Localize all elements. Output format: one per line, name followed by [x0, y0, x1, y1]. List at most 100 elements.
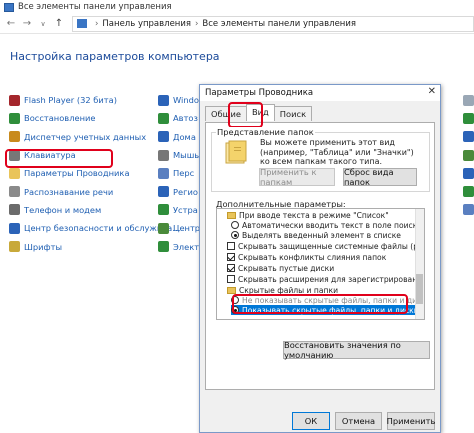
app-icon: [463, 186, 474, 198]
option-hide-merge-conflicts[interactable]: Скрывать конфликты слияния папок: [227, 252, 386, 262]
tree-item-label: Выделять введенный элемент в списке: [242, 230, 401, 240]
recovery-icon: [9, 112, 20, 124]
cp-item-homegroup[interactable]: Дома: [158, 128, 202, 146]
cancel-button[interactable]: Отмена: [335, 412, 382, 430]
cp-item-autoplay[interactable]: Автоз: [158, 109, 202, 127]
cp-item-label: Диспетчер учетных данных: [24, 131, 147, 142]
cp-item-col3[interactable]: [463, 128, 474, 146]
cp-item-speech[interactable]: Распознавание речи: [9, 182, 159, 200]
app-icon: [463, 94, 474, 106]
tab-search[interactable]: Поиск: [273, 106, 313, 121]
cp-item-label: Параметры Проводника: [24, 168, 130, 179]
radio-button[interactable]: [231, 231, 239, 239]
ok-button[interactable]: ОК: [292, 412, 330, 430]
cp-item-col3[interactable]: [463, 91, 474, 109]
cp-item-label: Дома: [173, 131, 196, 142]
page-title: Настройка параметров компьютера: [10, 50, 220, 63]
folder-views-description: Вы можете применить этот вид (например, …: [260, 138, 414, 166]
recent-dropdown-icon[interactable]: ∨: [36, 17, 50, 31]
cp-item-label: Автоз: [173, 113, 198, 124]
cp-item-devices[interactable]: Устра: [158, 201, 202, 219]
folder-views-group-title: Представление папок: [216, 127, 315, 137]
speech-icon: [9, 186, 20, 198]
checkbox[interactable]: [227, 275, 235, 283]
folder-icon: [227, 286, 236, 294]
tree-folder-list-typing: При вводе текста в режиме "Список": [227, 210, 389, 220]
autoplay-icon: [158, 112, 169, 124]
up-arrow-icon[interactable]: ↑: [52, 17, 66, 31]
cp-item-personalization[interactable]: Перс: [158, 164, 202, 182]
phone-icon: [9, 204, 20, 216]
cp-item-col3[interactable]: [463, 201, 474, 219]
personalization-icon: [158, 167, 169, 179]
checkbox[interactable]: [227, 253, 235, 261]
radio-button[interactable]: [231, 221, 239, 229]
address-field[interactable]: › Панель управления › Все элементы панел…: [72, 15, 474, 32]
tree-scrollbar-thumb[interactable]: [416, 274, 423, 304]
window-titlebar: Все элементы панели управления: [0, 0, 474, 14]
forward-arrow-icon[interactable]: →: [20, 17, 34, 31]
apply-to-folders-button[interactable]: Применить к папкам: [259, 167, 335, 187]
tree-item-label: При вводе текста в режиме "Список": [239, 210, 389, 220]
cp-item-center[interactable]: Центр: [158, 219, 202, 237]
cp-item-recovery[interactable]: Восстановление: [9, 109, 159, 127]
cp-item-col3[interactable]: [463, 164, 474, 182]
homegroup-icon: [158, 131, 169, 143]
breadcrumb-all-items[interactable]: Все элементы панели управления: [202, 19, 356, 29]
control-panel-items-col1: Flash Player (32 бита) Восстановление Ди…: [9, 91, 181, 256]
cp-item-region[interactable]: Регио: [158, 182, 202, 200]
restore-defaults-button[interactable]: Восстановить значения по умолчанию: [283, 340, 430, 360]
control-panel-icon: [4, 2, 14, 12]
control-panel-items-col2: Windo Автоз Дома Мышь Перс Регио Устра Ц…: [158, 91, 202, 256]
close-icon[interactable]: ✕: [428, 86, 436, 97]
highlight-view-tab: [228, 102, 263, 128]
cp-item-col3[interactable]: [463, 146, 474, 164]
highlight-folder-options: [5, 149, 113, 168]
address-bar-row: ← → ∨ ↑ › Панель управления › Все элемен…: [0, 14, 474, 34]
checkbox[interactable]: [227, 264, 235, 272]
tree-item-label: Скрывать пустые диски: [238, 263, 335, 273]
cp-item-label: Электр: [173, 241, 202, 252]
mouse-icon: [158, 149, 169, 161]
cp-item-windows[interactable]: Windo: [158, 91, 202, 109]
breadcrumb-control-panel[interactable]: Панель управления: [102, 19, 191, 29]
cp-item-power[interactable]: Электр: [158, 237, 202, 255]
region-icon: [158, 186, 169, 198]
option-select-item[interactable]: Выделять введенный элемент в списке: [231, 230, 401, 240]
cp-item-label: Восстановление: [24, 113, 96, 124]
checkbox[interactable]: [227, 242, 235, 250]
cp-item-fonts[interactable]: Шрифты: [9, 237, 159, 255]
cp-item-flash[interactable]: Flash Player (32 бита): [9, 91, 159, 109]
windows-icon: [158, 94, 169, 106]
cp-item-phone[interactable]: Телефон и модем: [9, 201, 159, 219]
power-icon: [158, 241, 169, 253]
option-hide-empty-drives[interactable]: Скрывать пустые диски: [227, 263, 334, 273]
cp-item-mouse[interactable]: Мышь: [158, 146, 202, 164]
cp-item-credentials[interactable]: Диспетчер учетных данных: [9, 128, 159, 146]
folder-options-icon: [9, 167, 20, 179]
devices-icon: [158, 204, 169, 216]
cp-item-col3[interactable]: [463, 109, 474, 127]
option-hide-extensions[interactable]: Скрывать расширения для зарегистрированн…: [227, 274, 425, 284]
app-icon: [463, 112, 474, 124]
control-panel-crumb-icon: [77, 19, 87, 28]
tree-item-label: Скрывать конфликты слияния папок: [238, 252, 387, 262]
reset-folders-button[interactable]: Сброс вида папок: [343, 167, 417, 187]
window-title: Все элементы панели управления: [18, 2, 172, 12]
tree-item-label: Скрывать защищенные системные файлы (рек…: [238, 241, 424, 251]
tree-item-label: Скрывать расширения для зарегистрированн…: [238, 274, 425, 284]
cp-item-security[interactable]: Центр безопасности и обслужива…: [9, 219, 181, 237]
center-icon: [158, 222, 169, 234]
back-arrow-icon[interactable]: ←: [4, 17, 18, 31]
flag-icon: [9, 222, 20, 234]
folder-options-dialog: Параметры Проводника ✕ Общие Вид Поиск П…: [199, 84, 441, 433]
tree-item-label: Автоматически вводить текст в поле поиск…: [242, 220, 422, 230]
apply-button[interactable]: Применить: [387, 412, 435, 430]
option-hide-system-files[interactable]: Скрывать защищенные системные файлы (рек…: [227, 241, 424, 251]
cp-item-label: Перс: [173, 168, 195, 179]
cp-item-col3[interactable]: [463, 182, 474, 200]
breadcrumb-separator: ›: [95, 18, 99, 29]
option-auto-search[interactable]: Автоматически вводить текст в поле поиск…: [231, 220, 422, 230]
app-icon: [463, 167, 474, 179]
cp-item-label: Мышь: [173, 150, 200, 161]
